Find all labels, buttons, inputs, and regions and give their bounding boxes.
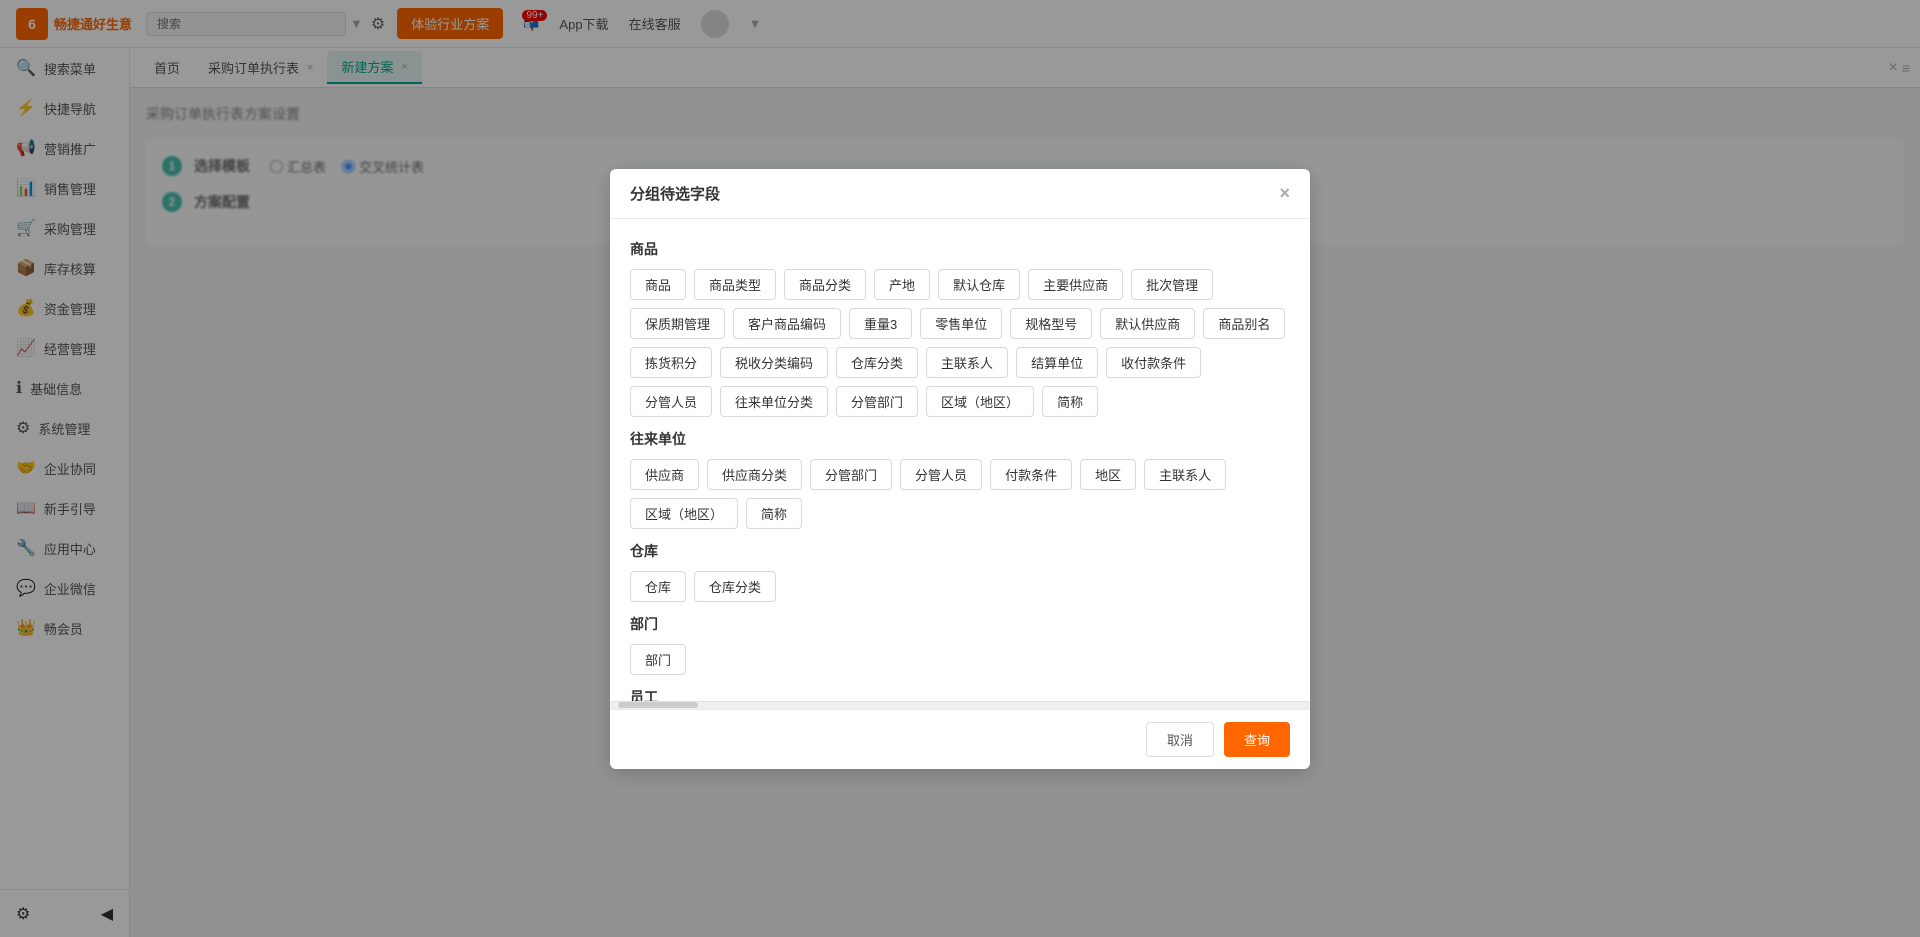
field-chip[interactable]: 分管部门 bbox=[810, 459, 892, 490]
field-chip[interactable]: 简称 bbox=[746, 498, 802, 529]
section-title-product: 商品 bbox=[630, 239, 1290, 259]
section-title-warehouse: 仓库 bbox=[630, 541, 1290, 561]
field-chip[interactable]: 收付款条件 bbox=[1106, 347, 1201, 378]
field-chip[interactable]: 税收分类编码 bbox=[720, 347, 828, 378]
field-chip[interactable]: 重量3 bbox=[849, 308, 912, 339]
hscroll-thumb bbox=[618, 702, 698, 708]
field-chip[interactable]: 商品分类 bbox=[784, 269, 866, 300]
field-chip[interactable]: 保质期管理 bbox=[630, 308, 725, 339]
field-chip[interactable]: 结算单位 bbox=[1016, 347, 1098, 378]
section-title-employee: 员工 bbox=[630, 687, 1290, 702]
field-chip[interactable]: 默认供应商 bbox=[1100, 308, 1195, 339]
field-chips-dept: 部门 bbox=[630, 644, 1290, 675]
section-title-partner: 往来单位 bbox=[630, 429, 1290, 449]
field-chip[interactable]: 部门 bbox=[630, 644, 686, 675]
field-chips-warehouse: 仓库 仓库分类 bbox=[630, 571, 1290, 602]
field-chip[interactable]: 默认仓库 bbox=[938, 269, 1020, 300]
field-chip[interactable]: 规格型号 bbox=[1010, 308, 1092, 339]
field-chip[interactable]: 分管部门 bbox=[836, 386, 918, 417]
modal-close-button[interactable]: × bbox=[1279, 183, 1290, 204]
field-chip[interactable]: 主联系人 bbox=[1144, 459, 1226, 490]
field-chip[interactable]: 商品类型 bbox=[694, 269, 776, 300]
modal-title: 分组待选字段 bbox=[630, 183, 720, 204]
modal-horizontal-scrollbar[interactable] bbox=[610, 701, 1310, 708]
section-title-dept: 部门 bbox=[630, 614, 1290, 634]
confirm-button[interactable]: 查询 bbox=[1224, 722, 1290, 757]
field-chips-product: 商品 商品类型 商品分类 产地 默认仓库 主要供应商 批次管理 保质期管理 客户… bbox=[630, 269, 1290, 417]
field-chip[interactable]: 区域（地区） bbox=[926, 386, 1034, 417]
modal-header: 分组待选字段 × bbox=[610, 169, 1310, 219]
field-chip[interactable]: 分管人员 bbox=[630, 386, 712, 417]
field-chip[interactable]: 分管人员 bbox=[900, 459, 982, 490]
field-chip[interactable]: 付款条件 bbox=[990, 459, 1072, 490]
field-chip[interactable]: 客户商品编码 bbox=[733, 308, 841, 339]
field-chip[interactable]: 仓库 bbox=[630, 571, 686, 602]
modal-field-select: 分组待选字段 × 商品 商品 商品类型 商品分类 产地 默认仓库 主要供应商 批… bbox=[610, 169, 1310, 769]
field-chip[interactable]: 商品 bbox=[630, 269, 686, 300]
field-chip[interactable]: 往来单位分类 bbox=[720, 386, 828, 417]
cancel-button[interactable]: 取消 bbox=[1146, 722, 1214, 757]
field-chip[interactable]: 简称 bbox=[1042, 386, 1098, 417]
modal-overlay: 分组待选字段 × 商品 商品 商品类型 商品分类 产地 默认仓库 主要供应商 批… bbox=[0, 0, 1920, 937]
field-chip[interactable]: 零售单位 bbox=[920, 308, 1002, 339]
field-chip[interactable]: 地区 bbox=[1080, 459, 1136, 490]
modal-footer: 取消 查询 bbox=[610, 709, 1310, 769]
field-chip[interactable]: 主联系人 bbox=[926, 347, 1008, 378]
modal-body[interactable]: 商品 商品 商品类型 商品分类 产地 默认仓库 主要供应商 批次管理 保质期管理… bbox=[610, 219, 1310, 702]
field-chip[interactable]: 仓库分类 bbox=[836, 347, 918, 378]
field-chip[interactable]: 仓库分类 bbox=[694, 571, 776, 602]
field-chip[interactable]: 供应商分类 bbox=[707, 459, 802, 490]
field-chip[interactable]: 批次管理 bbox=[1131, 269, 1213, 300]
field-chip[interactable]: 产地 bbox=[874, 269, 930, 300]
field-chip[interactable]: 区域（地区） bbox=[630, 498, 738, 529]
field-chip[interactable]: 主要供应商 bbox=[1028, 269, 1123, 300]
field-chips-partner: 供应商 供应商分类 分管部门 分管人员 付款条件 地区 主联系人 区域（地区） … bbox=[630, 459, 1290, 529]
field-chip[interactable]: 供应商 bbox=[630, 459, 699, 490]
field-chip[interactable]: 商品别名 bbox=[1203, 308, 1285, 339]
field-chip[interactable]: 拣货积分 bbox=[630, 347, 712, 378]
